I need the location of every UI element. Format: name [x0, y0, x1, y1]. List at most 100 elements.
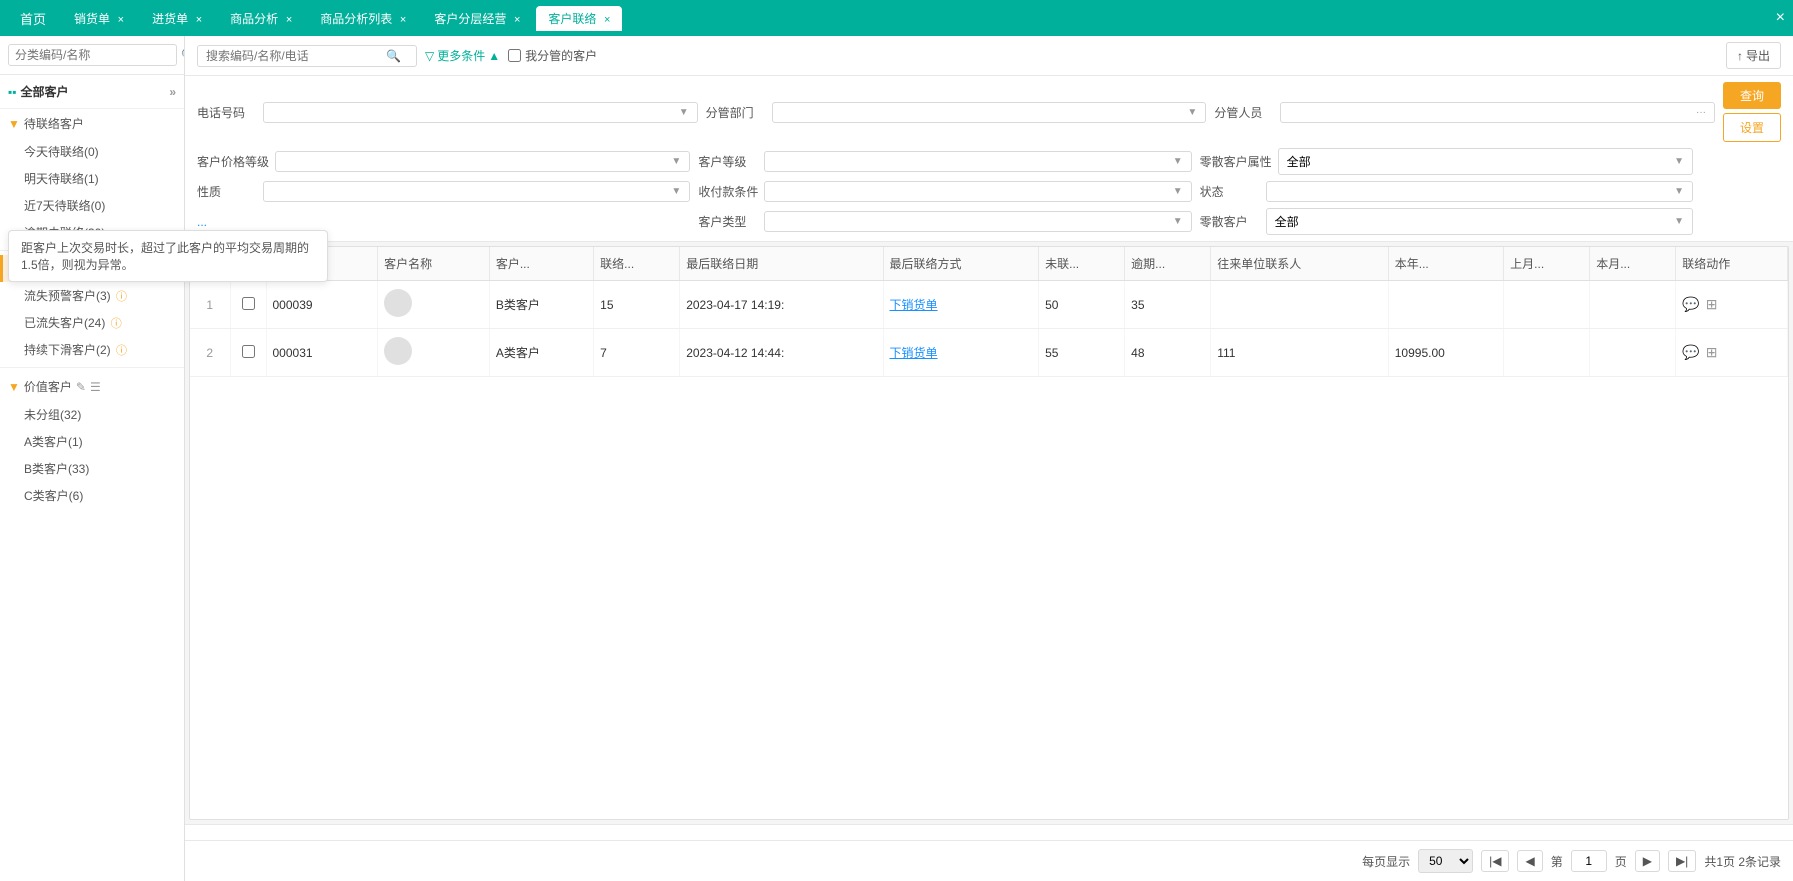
sidebar-item-today-pending[interactable]: 今天待联络(0)	[0, 138, 184, 165]
close-icon[interactable]: ×	[604, 14, 610, 26]
export-icon: ↑	[1737, 49, 1743, 63]
page-input[interactable]	[1571, 850, 1607, 872]
filter-customer-type: 客户类型 ▼	[698, 211, 1191, 232]
query-button[interactable]: 查询	[1723, 82, 1781, 109]
nav-tab-product-analysis[interactable]: 商品分析 ×	[218, 6, 304, 31]
sidebar-all-customers[interactable]: ▪▪ 全部客户 »	[0, 75, 184, 109]
filter-gender: 性质 ▼	[197, 181, 690, 202]
sidebar-item-churn-warning[interactable]: 流失预警客户(3) ⓘ	[0, 282, 184, 309]
price-grade-label: 客户价格等级	[197, 153, 269, 170]
table-cell-type-2: A类客户	[489, 329, 593, 377]
chevron-down-icon: ▼	[679, 107, 689, 118]
table-header-last-month: 上月...	[1504, 247, 1590, 281]
grid-icon-2[interactable]: ⊞	[1706, 344, 1718, 361]
sidebar-item-a-class[interactable]: A类客户(1)	[0, 428, 184, 455]
status-select[interactable]: ▼	[1266, 181, 1693, 202]
filter-icon: ▽	[425, 49, 434, 63]
nav-tab-purchase[interactable]: 进货单 ×	[140, 6, 214, 31]
message-icon-2[interactable]: 💬	[1682, 344, 1699, 361]
table-cell-action-2: 💬 ⊞	[1676, 329, 1788, 377]
chevron-down-icon: ▼	[671, 186, 681, 197]
sidebar-item-c-class[interactable]: C类客户(6)	[0, 482, 184, 509]
page-label: 第	[1551, 853, 1563, 870]
nav-tab-customer-segments[interactable]: 客户分层经营 ×	[422, 6, 532, 31]
page-prev-btn[interactable]: ◀	[1517, 850, 1542, 872]
close-icon[interactable]: ×	[514, 14, 520, 26]
edit-icon[interactable]: ✎	[76, 380, 86, 394]
table-header-overdue: 逾期...	[1125, 247, 1211, 281]
dept-select[interactable]: ▼	[772, 102, 1207, 123]
close-icon[interactable]: ×	[400, 14, 406, 26]
page-next-btn[interactable]: ▶	[1635, 850, 1660, 872]
sidebar-item-unclassified[interactable]: 未分组(32)	[0, 401, 184, 428]
settings-icon[interactable]: ☰	[90, 380, 101, 394]
table-cell-date-1: 2023-04-17 14:19:	[680, 281, 883, 329]
filter-payment: 收付款条件 ▼	[698, 181, 1191, 202]
gender-label: 性质	[197, 183, 257, 200]
chevron-down-icon: ▼	[1173, 186, 1183, 197]
contact-method-link-1[interactable]: 下销货单	[890, 298, 938, 312]
filter-row-4: ... 客户类型 ▼ 零散客户 全部 ▼	[197, 208, 1781, 235]
filter-more: ...	[197, 215, 690, 229]
sidebar-item-b-class[interactable]: B类客户(33)	[0, 455, 184, 482]
filter-form-area: 电话号码 ▼ 分管部门 ▼ 分管人员	[185, 76, 1793, 242]
sidebar-item-declining[interactable]: 持续下滑客户(2) ⓘ	[0, 336, 184, 363]
export-button[interactable]: ↑ 导出	[1726, 42, 1781, 69]
sidebar-search-bar: 🔍	[0, 36, 184, 75]
table-cell-person-2: 111	[1211, 329, 1389, 377]
window-close-icon[interactable]: ×	[1776, 9, 1785, 27]
search-icon[interactable]: 🔍	[386, 49, 401, 63]
table-row: 1 000039 B类客户 15 2023-04-17 14:19: 下销货单	[190, 281, 1788, 329]
page-first-btn[interactable]: |◀	[1481, 850, 1509, 872]
nav-tab-sales[interactable]: 销货单 ×	[62, 6, 136, 31]
nav-tab-product-analysis-list[interactable]: 商品分析列表 ×	[308, 6, 418, 31]
row-checkbox-2[interactable]	[242, 345, 255, 358]
sidebar-item-tomorrow-pending[interactable]: 明天待联络(1)	[0, 165, 184, 192]
contact-method-link-2[interactable]: 下销货单	[890, 346, 938, 360]
person-select[interactable]: ···	[1280, 102, 1715, 123]
nav-tab-customer-contact[interactable]: 客户联络 ×	[536, 6, 622, 31]
filter-status: 状态 ▼	[1200, 181, 1693, 202]
sidebar-item-churned[interactable]: 已流失客户(24) ⓘ	[0, 309, 184, 336]
row-checkbox-1[interactable]	[242, 297, 255, 310]
price-grade-select[interactable]: ▼	[275, 151, 690, 172]
my-customer-checkbox[interactable]	[508, 49, 521, 62]
sidebar-search-input[interactable]	[8, 44, 177, 66]
table-cell-date-2: 2023-04-12 14:44:	[680, 329, 883, 377]
sidebar-divider-2	[0, 367, 184, 368]
my-customer-checkbox-label[interactable]: 我分管的客户	[508, 47, 597, 64]
close-icon[interactable]: ×	[196, 14, 202, 26]
retail-attr-select[interactable]: 全部 ▼	[1278, 148, 1693, 175]
page-last-btn[interactable]: ▶|	[1668, 850, 1696, 872]
table-cell-person-1	[1211, 281, 1389, 329]
table-header-last-contact-method: 最后联络方式	[883, 247, 1039, 281]
table-cell-overdue-2: 48	[1125, 329, 1211, 377]
table-cell-name-1	[378, 281, 490, 329]
more-options-link[interactable]: ...	[197, 215, 207, 229]
table-cell-num-1: 1	[190, 281, 230, 329]
sidebar-value-customer-group[interactable]: ▼ 价值客户 ✎ ☰	[0, 372, 184, 401]
sidebar-collapse-icon[interactable]: »	[169, 85, 176, 99]
setting-button[interactable]: 设置	[1723, 113, 1781, 142]
nav-tab-home[interactable]: 首页	[8, 5, 58, 32]
more-conditions-btn[interactable]: ▽ 更多条件 ▲	[425, 47, 500, 64]
search-input[interactable]	[206, 49, 386, 63]
table-cell-num-2: 2	[190, 329, 230, 377]
grid-icon-1[interactable]: ⊞	[1706, 296, 1718, 313]
retail-attr-label: 零散客户属性	[1200, 153, 1272, 170]
message-icon-1[interactable]: 💬	[1682, 296, 1699, 313]
payment-select[interactable]: ▼	[764, 181, 1191, 202]
customer-type-label: 客户类型	[698, 213, 758, 230]
customer-type-select[interactable]: ▼	[764, 211, 1191, 232]
per-page-select[interactable]: 50 20 100	[1418, 849, 1473, 873]
sidebar-pending-group-title[interactable]: ▼ 待联络客户	[0, 109, 184, 138]
sidebar-item-week-pending[interactable]: 近7天待联络(0)	[0, 192, 184, 219]
customer-grade-select[interactable]: ▼	[764, 151, 1191, 172]
close-icon[interactable]: ×	[118, 14, 124, 26]
gender-select[interactable]: ▼	[263, 181, 690, 202]
horizontal-scrollbar[interactable]	[185, 824, 1793, 840]
action-icons-2: 💬 ⊞	[1682, 344, 1781, 361]
phone-select[interactable]: ▼	[263, 102, 698, 123]
close-icon[interactable]: ×	[286, 14, 292, 26]
retail-customer-select[interactable]: 全部 ▼	[1266, 208, 1693, 235]
